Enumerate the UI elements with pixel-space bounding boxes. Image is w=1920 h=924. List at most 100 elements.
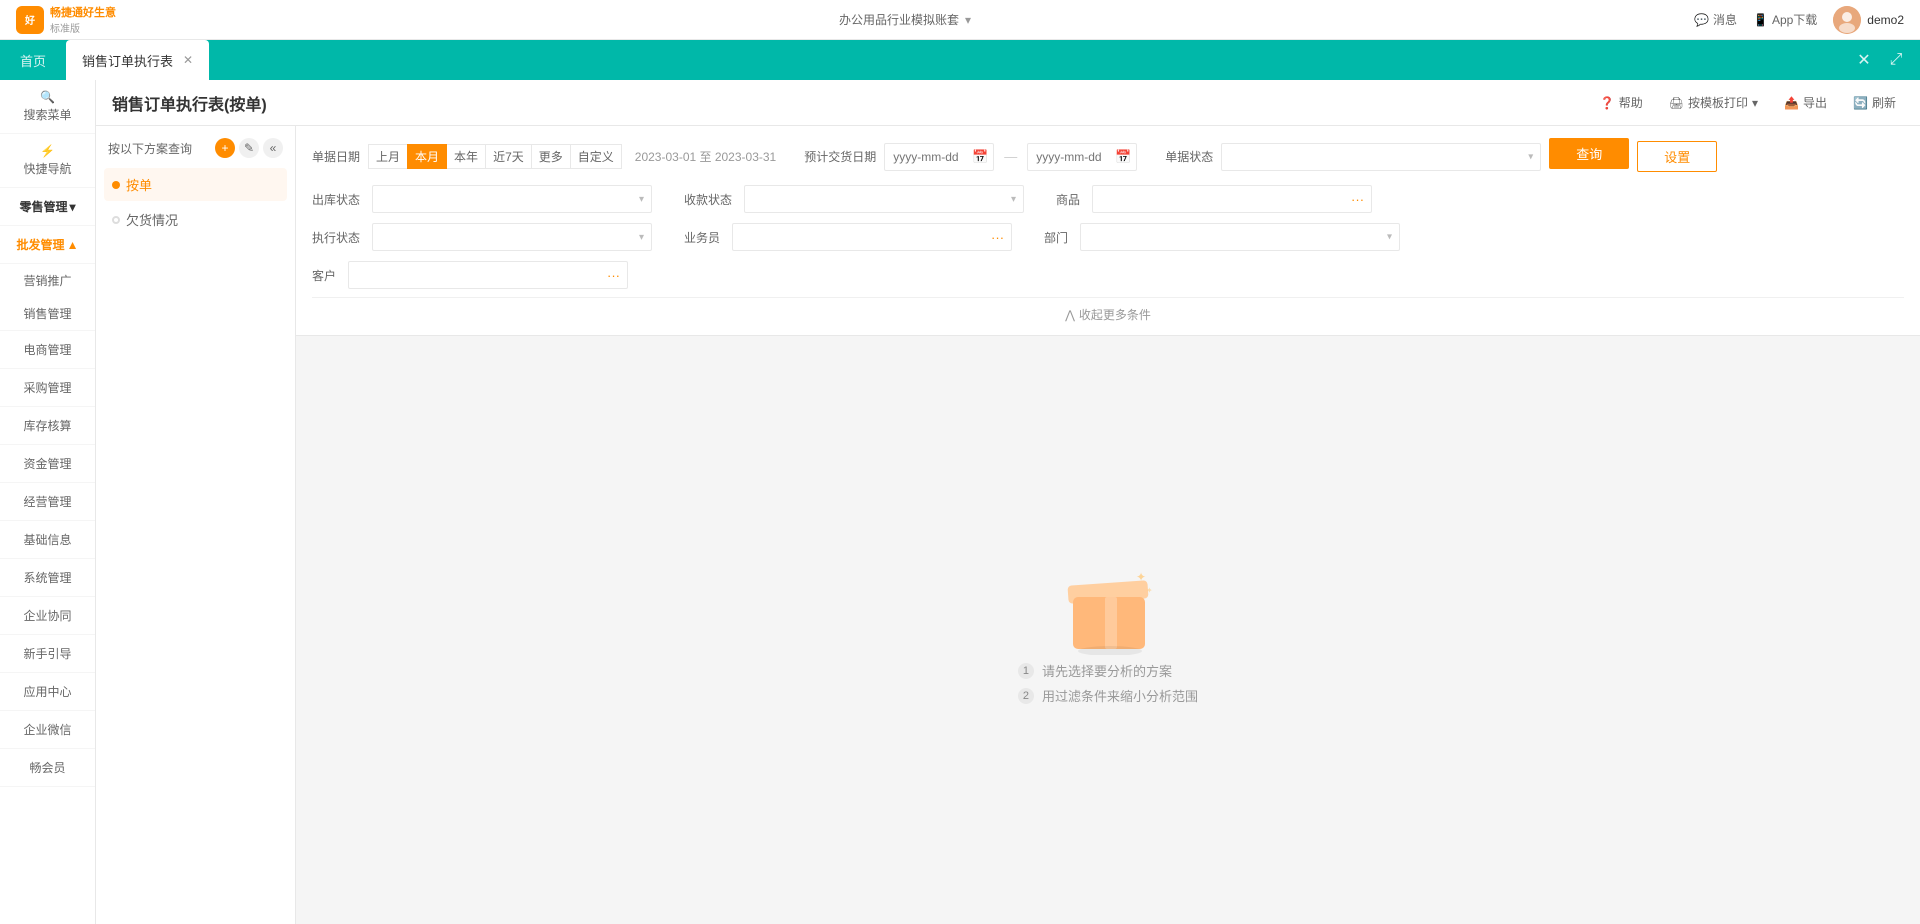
payment-select[interactable] [744,185,1024,213]
sidebar-item-member[interactable]: 畅会员 [0,749,95,787]
collapse-filter-button[interactable]: ⋀ 收起更多条件 [312,297,1904,331]
empty-illustration: ✦ ✦ [1058,555,1158,645]
avatar [1833,6,1861,34]
outbound-label: 出库状态 [312,191,360,208]
sidebar-wholesale-group[interactable]: 批发管理 ▲ [0,226,95,264]
dept-label: 部门 [1044,229,1068,246]
sidebar-search[interactable]: 🔍 搜索菜单 [0,80,95,134]
sidebar-item-system[interactable]: 系统管理 [0,559,95,597]
customer-input[interactable] [348,261,628,289]
wholesale-chevron-icon: ▲ [67,238,79,252]
sidebar-item-inventory[interactable]: 库存核算 [0,407,95,445]
tab-maximize-button[interactable]: ⤢ [1884,48,1908,72]
date-range-display: 2023-03-01 至 2023-03-31 [635,148,776,165]
svg-text:✦: ✦ [1136,570,1146,584]
tab-close-button[interactable]: ✕ [183,53,193,67]
collapse-up-icon: ⋀ [1065,308,1075,322]
print-chevron-icon: ▾ [1752,96,1758,110]
sidebar-item-ecommerce[interactable]: 电商管理 [0,331,95,369]
sidebar-item-apps[interactable]: 应用中心 [0,673,95,711]
query-button[interactable]: 查询 [1549,138,1629,169]
active-indicator [112,181,120,189]
settings-button[interactable]: 设置 [1637,141,1717,172]
logo-text: 畅捷通好生意 标准版 [50,4,116,35]
sidebar-item-wechat[interactable]: 企业微信 [0,711,95,749]
user-area[interactable]: demo2 [1833,6,1904,34]
left-panel-header: 按以下方案查询 + ✎ « [104,138,287,158]
payment-label: 收款状态 [684,191,732,208]
collapse-panel-button[interactable]: « [263,138,283,158]
print-icon: 🖨 [1669,96,1684,110]
inactive-indicator [112,216,120,224]
dept-select[interactable] [1080,223,1400,251]
salesman-input[interactable] [732,223,1012,251]
export-button[interactable]: 📤 导出 [1776,90,1835,115]
date-more-button[interactable]: 更多 [531,144,571,169]
sidebar: 🔍 搜索菜单 ⚡ 快捷导航 零售管理 ▾ 批发管理 ▲ 营销推广 销售管理 电商… [0,80,96,924]
date-custom-button[interactable]: 自定义 [570,144,622,169]
app-download-button[interactable]: 📱 App下载 [1753,11,1817,28]
sidebar-item-enterprise[interactable]: 企业协同 [0,597,95,635]
help-button[interactable]: ❓ 帮助 [1592,90,1651,115]
sidebar-retail-group[interactable]: 零售管理 ▾ [0,188,95,226]
tab-close-all-button[interactable]: ✕ [1852,48,1876,72]
goods-label: 商品 [1056,191,1080,208]
help-icon: ❓ [1600,96,1615,110]
download-icon: 📱 [1753,13,1768,27]
calendar-start-icon[interactable]: 📅 [972,149,988,165]
empty-tips: 1 请先选择要分析的方案 2 用过滤条件来缩小分析范围 [1018,661,1198,705]
breadcrumb[interactable]: 办公用品行业模拟账套 ▾ [839,11,971,28]
status-select[interactable] [1221,143,1541,171]
print-button[interactable]: 🖨 按模板打印 ▾ [1661,90,1766,115]
left-panel: 按以下方案查询 + ✎ « 按单 欠货情况 [96,126,296,924]
sidebar-item-guide[interactable]: 新手引导 [0,635,95,673]
tab-bar: 首页 销售订单执行表 ✕ ✕ ⤢ [0,40,1920,80]
expected-date-end-wrap: 📅 [1027,143,1137,171]
exec-label: 执行状态 [312,229,360,246]
status-select-wrap: ▾ [1221,143,1541,171]
message-button[interactable]: 💬 消息 [1694,11,1737,28]
scheme-shortage[interactable]: 欠货情况 [104,203,287,236]
sidebar-item-purchase[interactable]: 采购管理 [0,369,95,407]
filter-row-2: 出库状态 ▾ 收款状态 ▾ 商品 [312,185,1904,213]
message-icon: 💬 [1694,13,1709,27]
refresh-button[interactable]: 🔄 刷新 [1845,90,1904,115]
date-this-month-button[interactable]: 本月 [407,144,447,169]
active-tab[interactable]: 销售订单执行表 ✕ [66,40,209,80]
calendar-end-icon[interactable]: 📅 [1115,149,1131,165]
outbound-select[interactable] [372,185,652,213]
sidebar-item-sales[interactable]: 销售管理 [0,297,95,330]
edit-scheme-button[interactable]: ✎ [239,138,259,158]
search-icon: 🔍 [40,90,55,104]
date-last-7days-button[interactable]: 近7天 [485,144,532,169]
expected-date-start-wrap: 📅 [884,143,994,171]
filter-row-date: 单据日期 上月 本月 本年 近7天 更多 自定义 2023-03-01 至 20… [312,138,1904,175]
logo-icon: 好 [16,6,44,34]
scheme-by-order[interactable]: 按单 [104,168,287,201]
quick-date-selector: 上月 本月 本年 近7天 更多 自定义 [368,144,621,169]
export-icon: 📤 [1784,96,1799,110]
filter-row-4: 客户 ··· [312,261,1904,289]
sidebar-item-basic-info[interactable]: 基础信息 [0,521,95,559]
exec-select[interactable] [372,223,652,251]
empty-tip-1: 1 请先选择要分析的方案 [1018,661,1198,680]
refresh-icon: 🔄 [1853,96,1868,110]
sidebar-item-finance[interactable]: 资金管理 [0,445,95,483]
date-this-year-button[interactable]: 本年 [446,144,486,169]
top-bar: 好 畅捷通好生意 标准版 办公用品行业模拟账套 ▾ 💬 消息 � [0,0,1920,40]
filter-row-3: 执行状态 ▾ 业务员 ··· 部门 [312,223,1904,251]
retail-chevron-icon: ▾ [69,200,75,214]
empty-state: ✦ ✦ 1 请先选择要分析的方案 [958,495,1258,765]
sidebar-shortcut[interactable]: ⚡ 快捷导航 [0,134,95,188]
date-last-month-button[interactable]: 上月 [368,144,408,169]
empty-tip-2: 2 用过滤条件来缩小分析范围 [1018,686,1198,705]
salesman-label: 业务员 [684,229,720,246]
date-label: 单据日期 [312,148,360,165]
sidebar-item-operations[interactable]: 经营管理 [0,483,95,521]
goods-input[interactable] [1092,185,1372,213]
data-area: ✦ ✦ 1 请先选择要分析的方案 [296,336,1920,924]
add-scheme-button[interactable]: + [215,138,235,158]
status-label: 单据状态 [1165,148,1213,165]
sidebar-item-marketing[interactable]: 营销推广 [0,264,95,297]
home-tab[interactable]: 首页 [0,40,66,80]
